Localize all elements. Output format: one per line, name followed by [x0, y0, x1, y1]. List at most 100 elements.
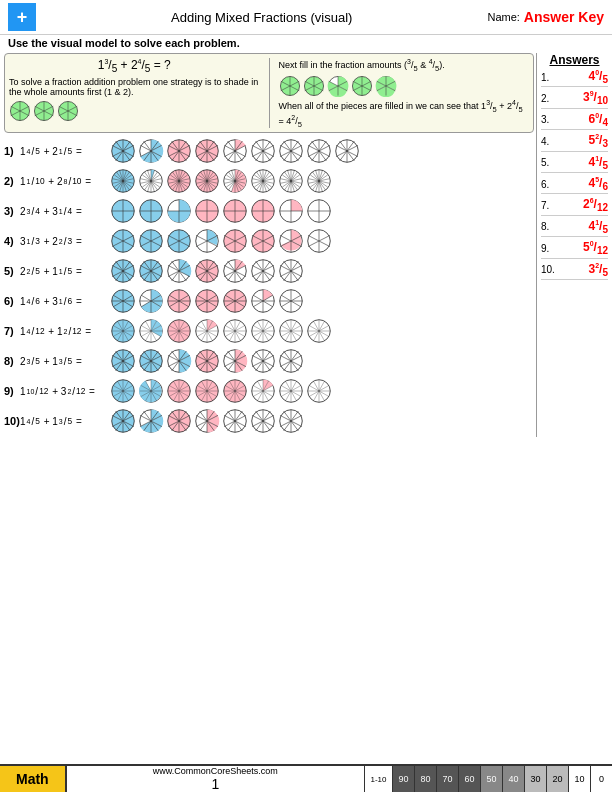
answer-row-1: 1. 40/5: [541, 69, 608, 87]
problem-label-4: 4): [4, 235, 20, 247]
header: + Adding Mixed Fractions (visual) Name: …: [0, 0, 612, 35]
answer-row-3: 3. 60/4: [541, 112, 608, 130]
answer-row-10: 10. 32/5: [541, 262, 608, 280]
problem-row-5: 5) 22/5 + 11/5 =: [4, 257, 534, 285]
score-50: 50: [480, 766, 502, 792]
circles-1: [110, 138, 534, 164]
score-20: 20: [546, 766, 568, 792]
problem-eq-9: 110/12 + 32/12 =: [20, 386, 110, 397]
circles-2: [110, 168, 534, 194]
answer-num-6: 6.: [541, 179, 549, 190]
score-40: 40: [502, 766, 524, 792]
problem-label-7: 7): [4, 325, 20, 337]
answer-num-5: 5.: [541, 157, 549, 168]
problem-eq-8: 23/5 + 13/5 =: [20, 356, 110, 367]
answer-val-10: 32/5: [589, 262, 609, 278]
problem-eq-1: 14/5 + 21/5 =: [20, 146, 110, 157]
problem-label-9: 9): [4, 385, 20, 397]
answer-val-7: 26/12: [583, 197, 608, 213]
circles-8: [110, 348, 534, 374]
problem-row-2: 2) 11/10 + 28/10 =: [4, 167, 534, 195]
problem-label-3: 3): [4, 205, 20, 217]
circles-10: [110, 408, 534, 434]
score-80: 80: [414, 766, 436, 792]
score-range: 1-10: [364, 766, 392, 792]
answer-val-3: 60/4: [589, 112, 609, 128]
problem-row-6: 6) 14/6 + 31/6 =: [4, 287, 534, 315]
problem-row-8: 8) 23/5 + 13/5 =: [4, 347, 534, 375]
circles-5: [110, 258, 534, 284]
footer: Math www.CommonCoreSheets.com 1 1-10 90 …: [0, 764, 612, 792]
problems-area: 13/5 + 24/5 = ? To solve a fraction addi…: [4, 53, 536, 437]
name-label: Name:: [487, 11, 519, 23]
example-circles-frac: [279, 75, 530, 97]
score-30: 30: [524, 766, 546, 792]
score-90: 90: [392, 766, 414, 792]
score-10: 10: [568, 766, 590, 792]
answer-val-5: 41/5: [589, 155, 609, 171]
footer-url: www.CommonCoreSheets.com: [153, 766, 278, 776]
problem-label-10: 10): [4, 415, 20, 427]
answers-title: Answers: [541, 53, 608, 67]
footer-scores: 1-10 90 80 70 60 50 40 30 20 10 0: [364, 766, 612, 792]
logo: +: [8, 3, 36, 31]
problem-eq-10: 14/5 + 13/5 =: [20, 416, 110, 427]
answer-num-1: 1.: [541, 72, 549, 83]
example-circles-whole: [9, 100, 260, 122]
footer-page: 1: [211, 776, 219, 792]
problem-row-3: 3) 23/4 + 31/4 =: [4, 197, 534, 225]
problem-label-6: 6): [4, 295, 20, 307]
problem-eq-4: 31/3 + 22/3 =: [20, 236, 110, 247]
score-0: 0: [590, 766, 612, 792]
answer-row-8: 8. 41/5: [541, 219, 608, 237]
instruction: Use the visual model to solve each probl…: [0, 35, 612, 51]
answer-row-6: 6. 45/6: [541, 176, 608, 194]
circles-3: [110, 198, 534, 224]
problem-label-5: 5): [4, 265, 20, 277]
answer-row-9: 9. 50/12: [541, 240, 608, 258]
answer-num-8: 8.: [541, 221, 549, 232]
footer-math-label: Math: [0, 766, 67, 792]
problem-eq-6: 14/6 + 31/6 =: [20, 296, 110, 307]
problem-eq-5: 22/5 + 11/5 =: [20, 266, 110, 277]
answer-num-9: 9.: [541, 243, 549, 254]
answer-val-9: 50/12: [583, 240, 608, 256]
example-box: 13/5 + 24/5 = ? To solve a fraction addi…: [4, 53, 534, 133]
circles-9: [110, 378, 534, 404]
answers-panel: Answers 1. 40/5 2. 39/10 3. 60/4 4. 52/3…: [536, 53, 608, 437]
problem-label-8: 8): [4, 355, 20, 367]
score-70: 70: [436, 766, 458, 792]
answer-val-2: 39/10: [583, 90, 608, 106]
answer-num-10: 10.: [541, 264, 555, 275]
problem-row-7: 7) 14/12 + 12/12 =: [4, 317, 534, 345]
score-60: 60: [458, 766, 480, 792]
answer-val-8: 41/5: [589, 219, 609, 235]
problem-row-4: 4) 31/3 + 22/3 =: [4, 227, 534, 255]
answer-num-3: 3.: [541, 114, 549, 125]
problem-row-9: 9) 110/12 + 32/12 =: [4, 377, 534, 405]
answer-val-6: 45/6: [589, 176, 609, 192]
answer-row-5: 5. 41/5: [541, 155, 608, 173]
problem-label-1: 1): [4, 145, 20, 157]
problem-label-2: 2): [4, 175, 20, 187]
answer-val-4: 52/3: [589, 133, 609, 149]
answer-row-2: 2. 39/10: [541, 90, 608, 108]
footer-center: www.CommonCoreSheets.com 1: [67, 766, 364, 792]
answer-num-4: 4.: [541, 136, 549, 147]
main-content: 13/5 + 24/5 = ? To solve a fraction addi…: [0, 51, 612, 439]
answer-num-2: 2.: [541, 93, 549, 104]
answer-row-7: 7. 26/12: [541, 197, 608, 215]
answer-val-1: 40/5: [589, 69, 609, 85]
circles-7: [110, 318, 534, 344]
problem-eq-7: 14/12 + 12/12 =: [20, 326, 110, 337]
example-equation: 13/5 + 24/5 = ?: [9, 58, 260, 74]
problem-row-10: 10) 14/5 + 13/5 =: [4, 407, 534, 435]
problem-row-1: 1) 14/5 + 21/5 =: [4, 137, 534, 165]
answer-num-7: 7.: [541, 200, 549, 211]
circles-4: [110, 228, 534, 254]
problem-eq-2: 11/10 + 28/10 =: [20, 176, 110, 187]
answer-key-label: Answer Key: [524, 9, 604, 25]
example-left: 13/5 + 24/5 = ? To solve a fraction addi…: [9, 58, 260, 128]
page-title: Adding Mixed Fractions (visual): [36, 10, 487, 25]
answer-row-4: 4. 52/3: [541, 133, 608, 151]
